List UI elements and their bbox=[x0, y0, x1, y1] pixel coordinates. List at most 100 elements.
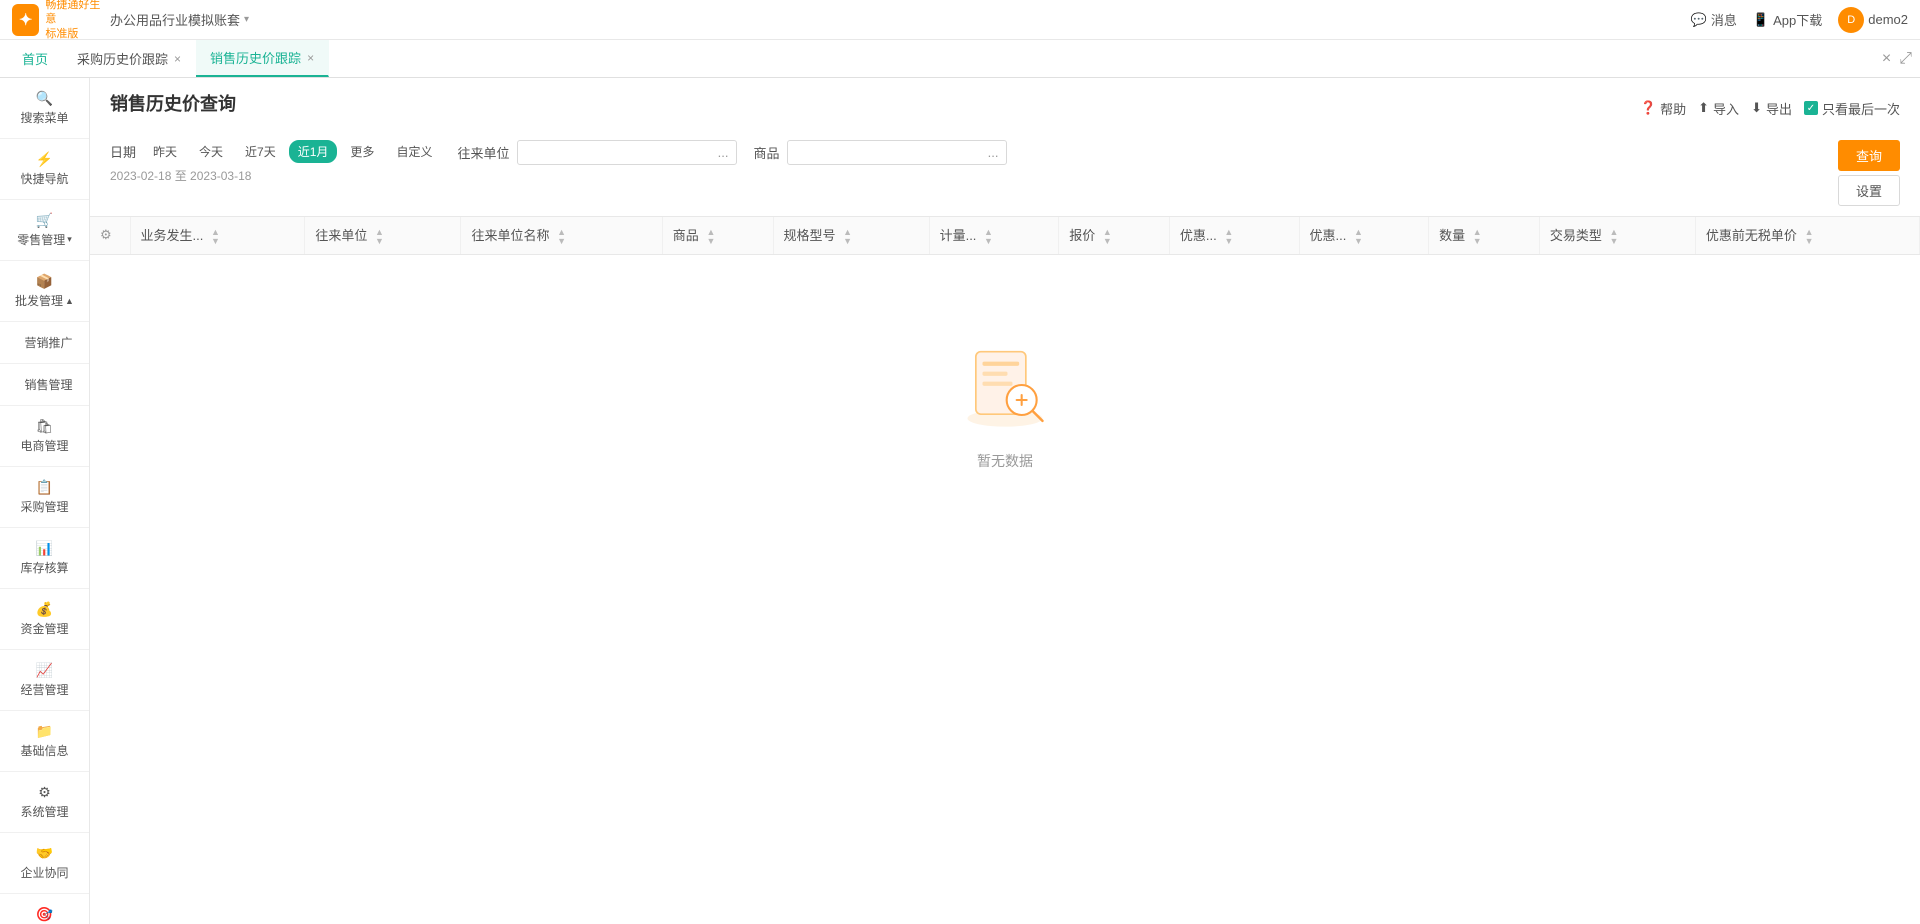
sidebar-item-guide[interactable]: 🎯 新手引导 bbox=[0, 894, 89, 924]
sidebar-item-wholesale-mgmt[interactable]: 📦 批发管理 ▲ bbox=[0, 261, 89, 322]
help-button[interactable]: ❓ 帮助 bbox=[1640, 99, 1686, 118]
source-unit-input[interactable]: ... bbox=[517, 140, 737, 165]
guide-icon: 🎯 bbox=[36, 906, 53, 923]
th-biz-date[interactable]: 业务发生... ▲▼ bbox=[130, 217, 305, 254]
sidebar-item-retail-mgmt[interactable]: 🛒 零售管理 ▾ bbox=[0, 200, 89, 261]
th-unit[interactable]: 计量... ▲▼ bbox=[929, 217, 1059, 254]
date-btn-last7[interactable]: 近7天 bbox=[236, 140, 285, 163]
th-unit-name[interactable]: 往来单位名称 ▲▼ bbox=[461, 217, 662, 254]
th-settings: ⚙ bbox=[90, 217, 130, 254]
avatar: D bbox=[1838, 7, 1864, 33]
th-product[interactable]: 商品 ▲▼ bbox=[662, 217, 773, 254]
retail-icon: 🛒 bbox=[36, 212, 53, 229]
th-discount2[interactable]: 优惠... ▲▼ bbox=[1299, 217, 1429, 254]
filter-row: 日期 昨天 今天 近7天 近1月 更多 自定义 2023-02-18 至 202… bbox=[90, 134, 1920, 216]
sort-icon-discount2: ▲▼ bbox=[1354, 228, 1363, 246]
export-button[interactable]: ⬇ 导出 bbox=[1751, 99, 1792, 118]
th-spec-label: 规格型号 bbox=[784, 228, 836, 243]
product-input[interactable]: ... bbox=[787, 140, 1007, 165]
sidebar-item-purchase-mgmt[interactable]: 📋 采购管理 bbox=[0, 467, 89, 528]
settings-button[interactable]: 设置 bbox=[1838, 175, 1900, 206]
inventory-icon: 📊 bbox=[36, 540, 53, 557]
table-header-row: ⚙ 业务发生... ▲▼ 往来单位 ▲▼ 往来单位名称 ▲▼ bbox=[90, 217, 1920, 254]
date-btn-more[interactable]: 更多 bbox=[341, 140, 383, 163]
th-unit-code[interactable]: 往来单位 ▲▼ bbox=[305, 217, 461, 254]
sidebar-item-enterprise[interactable]: 🤝 企业协同 bbox=[0, 833, 89, 894]
close-tab-purchase-icon[interactable]: × bbox=[174, 52, 181, 66]
sort-icon-unit-code: ▲▼ bbox=[375, 228, 384, 246]
search-icon: 🔍 bbox=[36, 90, 53, 107]
tab-bar: 首页 采购历史价跟踪 × 销售历史价跟踪 × × ⤢ bbox=[0, 40, 1920, 78]
product-filter: 商品 ... bbox=[753, 140, 1007, 165]
th-quote-label: 报价 bbox=[1069, 228, 1095, 243]
th-spec[interactable]: 规格型号 ▲▼ bbox=[773, 217, 929, 254]
sort-icon-unit: ▲▼ bbox=[984, 228, 993, 246]
wholesale-icon: 📦 bbox=[36, 273, 53, 290]
th-pretax-price[interactable]: 优惠前无税单价 ▲▼ bbox=[1695, 217, 1919, 254]
msg-button[interactable]: 💬 消息 bbox=[1691, 10, 1737, 29]
th-discount1[interactable]: 优惠... ▲▼ bbox=[1169, 217, 1299, 254]
sidebar-item-ecommerce[interactable]: 🛍 电商管理 bbox=[0, 406, 89, 467]
enterprise-icon: 🤝 bbox=[36, 845, 53, 862]
nav-dropdown-arrow-icon: ▾ bbox=[244, 14, 249, 25]
sort-icon-trade-type: ▲▼ bbox=[1610, 228, 1619, 246]
import-button[interactable]: ⬆ 导入 bbox=[1698, 99, 1739, 118]
sidebar-item-sales-mgmt[interactable]: 销售管理 bbox=[0, 364, 89, 406]
top-bar: ✦ 畅捷通好生意 标准版 办公用品行业模拟账套 ▾ 💬 消息 📱 App下载 D… bbox=[0, 0, 1920, 40]
sort-icon-qty: ▲▼ bbox=[1473, 228, 1482, 246]
product-label: 商品 bbox=[753, 143, 779, 162]
th-trade-type[interactable]: 交易类型 ▲▼ bbox=[1539, 217, 1695, 254]
top-bar-right: 💬 消息 📱 App下载 D demo2 bbox=[1691, 7, 1908, 33]
sidebar-item-basic-info[interactable]: 📁 基础信息 bbox=[0, 711, 89, 772]
sidebar-item-system[interactable]: ⚙ 系统管理 bbox=[0, 772, 89, 833]
sidebar-item-finance[interactable]: 💰 资金管理 bbox=[0, 589, 89, 650]
close-tab-sales-icon[interactable]: × bbox=[307, 51, 314, 65]
logo-text: 畅捷通好生意 标准版 bbox=[45, 0, 102, 41]
app-download-button[interactable]: 📱 App下载 bbox=[1753, 10, 1822, 29]
table-container: ⚙ 业务发生... ▲▼ 往来单位 ▲▼ 往来单位名称 ▲▼ bbox=[90, 217, 1920, 924]
th-qty-label: 数量 bbox=[1439, 228, 1465, 243]
chevron-down-icon: ▾ bbox=[67, 234, 72, 245]
source-unit-dots: ... bbox=[718, 145, 729, 160]
sort-icon-biz-date: ▲▼ bbox=[211, 228, 220, 246]
logo-area: ✦ 畅捷通好生意 标准版 bbox=[12, 0, 102, 41]
th-qty[interactable]: 数量 ▲▼ bbox=[1429, 217, 1540, 254]
operations-icon: 📈 bbox=[36, 662, 53, 679]
date-label: 日期 bbox=[110, 142, 136, 161]
tab-sales-history[interactable]: 销售历史价跟踪 × bbox=[196, 40, 329, 77]
empty-text: 暂无数据 bbox=[977, 451, 1033, 471]
tab-home[interactable]: 首页 bbox=[8, 40, 63, 77]
th-quote[interactable]: 报价 ▲▼ bbox=[1059, 217, 1170, 254]
page-header-section: 销售历史价查询 ❓ 帮助 ⬆ 导入 ⬇ 导出 ✓ bbox=[90, 78, 1920, 217]
sidebar-item-inventory[interactable]: 📊 库存核算 bbox=[0, 528, 89, 589]
user-avatar-button[interactable]: D demo2 bbox=[1838, 7, 1908, 33]
date-range-text: 2023-02-18 至 2023-03-18 bbox=[110, 167, 441, 184]
only-last-checkbox[interactable]: ✓ 只看最后一次 bbox=[1804, 99, 1900, 118]
fullscreen-icon[interactable]: ⤢ bbox=[1899, 50, 1912, 68]
sidebar-item-quick-nav[interactable]: ⚡ 快捷导航 bbox=[0, 139, 89, 200]
nav-dropdown[interactable]: 办公用品行业模拟账套 ▾ bbox=[110, 10, 249, 29]
date-btn-yesterday[interactable]: 昨天 bbox=[144, 140, 186, 163]
page-title-row: 销售历史价查询 ❓ 帮助 ⬆ 导入 ⬇ 导出 ✓ bbox=[90, 78, 1920, 134]
query-button[interactable]: 查询 bbox=[1838, 140, 1900, 171]
data-table: ⚙ 业务发生... ▲▼ 往来单位 ▲▼ 往来单位名称 ▲▼ bbox=[90, 217, 1920, 255]
sort-icon-pretax-price: ▲▼ bbox=[1805, 228, 1814, 246]
source-unit-label: 往来单位 bbox=[457, 143, 509, 162]
sort-icon-unit-name: ▲▼ bbox=[557, 228, 566, 246]
th-discount1-label: 优惠... bbox=[1180, 228, 1217, 243]
help-icon: ❓ bbox=[1640, 100, 1656, 116]
sort-icon-product: ▲▼ bbox=[706, 228, 715, 246]
tab-purchase-history[interactable]: 采购历史价跟踪 × bbox=[63, 40, 196, 77]
date-buttons: 昨天 今天 近7天 近1月 更多 自定义 bbox=[144, 140, 441, 163]
th-discount2-label: 优惠... bbox=[1310, 228, 1347, 243]
sidebar-item-operations[interactable]: 📈 经营管理 bbox=[0, 650, 89, 711]
sidebar-item-marketing[interactable]: 营销推广 bbox=[0, 322, 89, 364]
sidebar-item-search-menu[interactable]: 🔍 搜索菜单 bbox=[0, 78, 89, 139]
th-trade-type-label: 交易类型 bbox=[1550, 228, 1602, 243]
query-buttons: 查询 设置 bbox=[1838, 140, 1900, 206]
close-window-icon[interactable]: × bbox=[1882, 50, 1891, 68]
date-btn-last1m[interactable]: 近1月 bbox=[289, 140, 338, 163]
date-btn-custom[interactable]: 自定义 bbox=[387, 140, 441, 163]
date-btn-today[interactable]: 今天 bbox=[190, 140, 232, 163]
table-settings-icon[interactable]: ⚙ bbox=[100, 227, 112, 242]
